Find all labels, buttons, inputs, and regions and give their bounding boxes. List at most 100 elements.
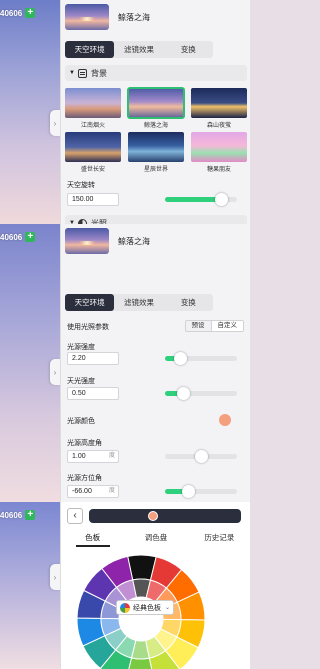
custom-option[interactable]: 自定义 xyxy=(210,321,243,331)
tab-sky[interactable]: 天空环境 xyxy=(65,41,115,58)
tab-transform[interactable]: 变换 xyxy=(164,294,213,311)
light-params-toggle: 预设 自定义 xyxy=(184,320,244,332)
background-label: 星辰世界 xyxy=(143,167,168,173)
tab-swatches[interactable]: 色板 xyxy=(61,532,124,547)
background-group-header[interactable]: ▼ 背景 xyxy=(65,65,247,81)
id-label: 40606 xyxy=(0,8,23,18)
background-label: 森山夜萤 xyxy=(206,123,231,129)
background-group-title: 背景 xyxy=(90,68,107,78)
chevron-right-icon: › xyxy=(53,118,57,128)
light-azimuth-label: 光源方位角 xyxy=(67,475,102,482)
chevron-right-icon: › xyxy=(53,572,57,582)
scene-header: 鲸落之海 xyxy=(65,228,150,254)
back-button[interactable]: ‹ xyxy=(67,508,83,524)
background-label: 江南烟火 xyxy=(80,123,105,129)
light-intensity-label: 光源强度 xyxy=(67,344,95,351)
palette-icon xyxy=(120,602,130,613)
light-altitude-input[interactable]: 1.00 度 xyxy=(67,450,119,463)
background-thumbnail xyxy=(127,87,185,119)
collapse-handle[interactable]: › xyxy=(50,359,60,385)
background-item[interactable]: 星辰世界 xyxy=(128,132,184,173)
light-altitude-value: 1.00 xyxy=(72,453,86,460)
light-intensity-slider[interactable] xyxy=(165,352,237,365)
light-intensity-value: 2.20 xyxy=(72,355,86,362)
background-label: 鲸落之海 xyxy=(143,123,168,129)
slider-fill xyxy=(165,197,222,202)
chevron-right-icon: › xyxy=(53,367,57,377)
sky-rotation-input[interactable]: 150.00 xyxy=(67,193,119,206)
preset-selector[interactable]: 经典色板 ⌄ xyxy=(116,600,174,615)
plus-icon[interactable]: + xyxy=(25,510,36,520)
unit-label: 度 xyxy=(108,453,115,459)
tab-sky[interactable]: 天空环境 xyxy=(65,294,115,311)
background-label: 盛世长安 xyxy=(80,167,105,173)
id-label: 40606 xyxy=(0,232,23,242)
sky-light-value: 0.50 xyxy=(72,390,86,397)
slider-knob[interactable] xyxy=(214,193,228,206)
panel-screen-1: 40606 + › 鲸落之海 天空环境 滤镜效果 变换 ▼ 背景 江南烟火 鲸落… xyxy=(0,0,250,224)
scene-title: 鲸落之海 xyxy=(118,236,150,246)
slider-knob[interactable] xyxy=(181,485,195,498)
tab-palette[interactable]: 调色盘 xyxy=(124,532,187,547)
tab-history[interactable]: 历史记录 xyxy=(188,532,250,547)
background-item[interactable]: 江南烟火 xyxy=(65,88,121,129)
background-item[interactable]: 盛世长安 xyxy=(65,132,121,173)
slider-knob[interactable] xyxy=(174,352,188,365)
tab-filter[interactable]: 滤镜效果 xyxy=(114,41,163,58)
sky-light-label: 天光强度 xyxy=(67,378,95,385)
light-altitude-label: 光源高度角 xyxy=(67,440,102,447)
light-color-label: 光源颜色 xyxy=(67,418,95,425)
light-color-swatch[interactable] xyxy=(219,414,231,426)
preset-label: 经典色板 xyxy=(133,604,161,612)
collapse-handle[interactable]: › xyxy=(50,564,60,590)
chevron-down-icon: ⌄ xyxy=(165,605,171,611)
background-item[interactable]: 鲸落之海 xyxy=(127,87,185,129)
tab-filter[interactable]: 滤镜效果 xyxy=(114,294,163,311)
background-grid: 江南烟火 鲸落之海 森山夜萤 盛世长安 星辰世界 糖果朋友 xyxy=(65,87,247,173)
background-thumbnail xyxy=(128,132,184,162)
main-tabs: 天空环境 滤镜效果 变换 xyxy=(65,294,213,311)
color-picker-panel: ‹ 色板 调色盘 历史记录 经典色板 ⌄ xyxy=(60,502,250,669)
id-tag: 40606 + xyxy=(0,509,36,521)
main-tabs: 天空环境 滤镜效果 变换 xyxy=(65,41,213,58)
plus-icon[interactable]: + xyxy=(25,232,36,242)
light-intensity-input[interactable]: 2.20 xyxy=(67,352,119,365)
id-tag: 40606 + xyxy=(0,231,36,243)
chevron-left-icon: ‹ xyxy=(73,510,77,521)
panel-screen-3: 40606 + › ‹ 色板 调色盘 历史记录 经典色板 ⌄ xyxy=(0,502,250,669)
plus-icon[interactable]: + xyxy=(25,8,36,18)
light-azimuth-slider[interactable] xyxy=(165,485,237,498)
scene-thumbnail xyxy=(65,4,109,30)
panel-screen-2: 40606 + › 鲸落之海 天空环境 滤镜效果 变换 使用光照参数 预设 自定… xyxy=(0,224,250,502)
slider-knob[interactable] xyxy=(176,387,190,400)
background-item[interactable]: 糖果朋友 xyxy=(191,132,247,173)
background-item[interactable]: 森山夜萤 xyxy=(191,88,247,129)
sky-light-slider[interactable] xyxy=(165,387,237,400)
settings-panel: 鲸落之海 天空环境 滤镜效果 变换 ▼ 背景 江南烟火 鲸落之海 森山夜萤 盛世… xyxy=(60,0,250,224)
slider-knob[interactable] xyxy=(194,450,208,463)
light-azimuth-value: -66.00 xyxy=(72,488,92,495)
background-thumbnail xyxy=(65,132,121,162)
scene-header: 鲸落之海 xyxy=(65,4,150,30)
color-wheel[interactable]: 经典色板 ⌄ xyxy=(76,554,206,669)
current-color-swatch xyxy=(148,511,158,521)
background-icon xyxy=(77,68,87,78)
sky-rotation-label: 天空旋转 xyxy=(67,182,95,189)
sky-rotation-slider[interactable] xyxy=(165,193,237,206)
lighting-group-header[interactable]: ▼ 光照 xyxy=(65,215,247,224)
background-thumbnail xyxy=(65,88,121,118)
scene-title: 鲸落之海 xyxy=(118,12,150,22)
sky-light-input[interactable]: 0.50 xyxy=(67,387,119,400)
unit-label: 度 xyxy=(108,488,115,494)
tab-transform[interactable]: 变换 xyxy=(164,41,213,58)
light-altitude-slider[interactable] xyxy=(165,450,237,463)
triangle-down-icon: ▼ xyxy=(69,70,75,76)
color-tabs: 色板 调色盘 历史记录 xyxy=(61,532,250,547)
light-azimuth-input[interactable]: -66.00 度 xyxy=(67,485,119,498)
collapse-handle[interactable]: › xyxy=(50,110,60,136)
preset-option[interactable]: 预设 xyxy=(186,321,211,331)
background-thumbnail xyxy=(191,88,247,118)
scene-thumbnail xyxy=(65,228,109,254)
light-params-label: 使用光照参数 xyxy=(67,324,109,331)
background-label: 糖果朋友 xyxy=(206,167,231,173)
